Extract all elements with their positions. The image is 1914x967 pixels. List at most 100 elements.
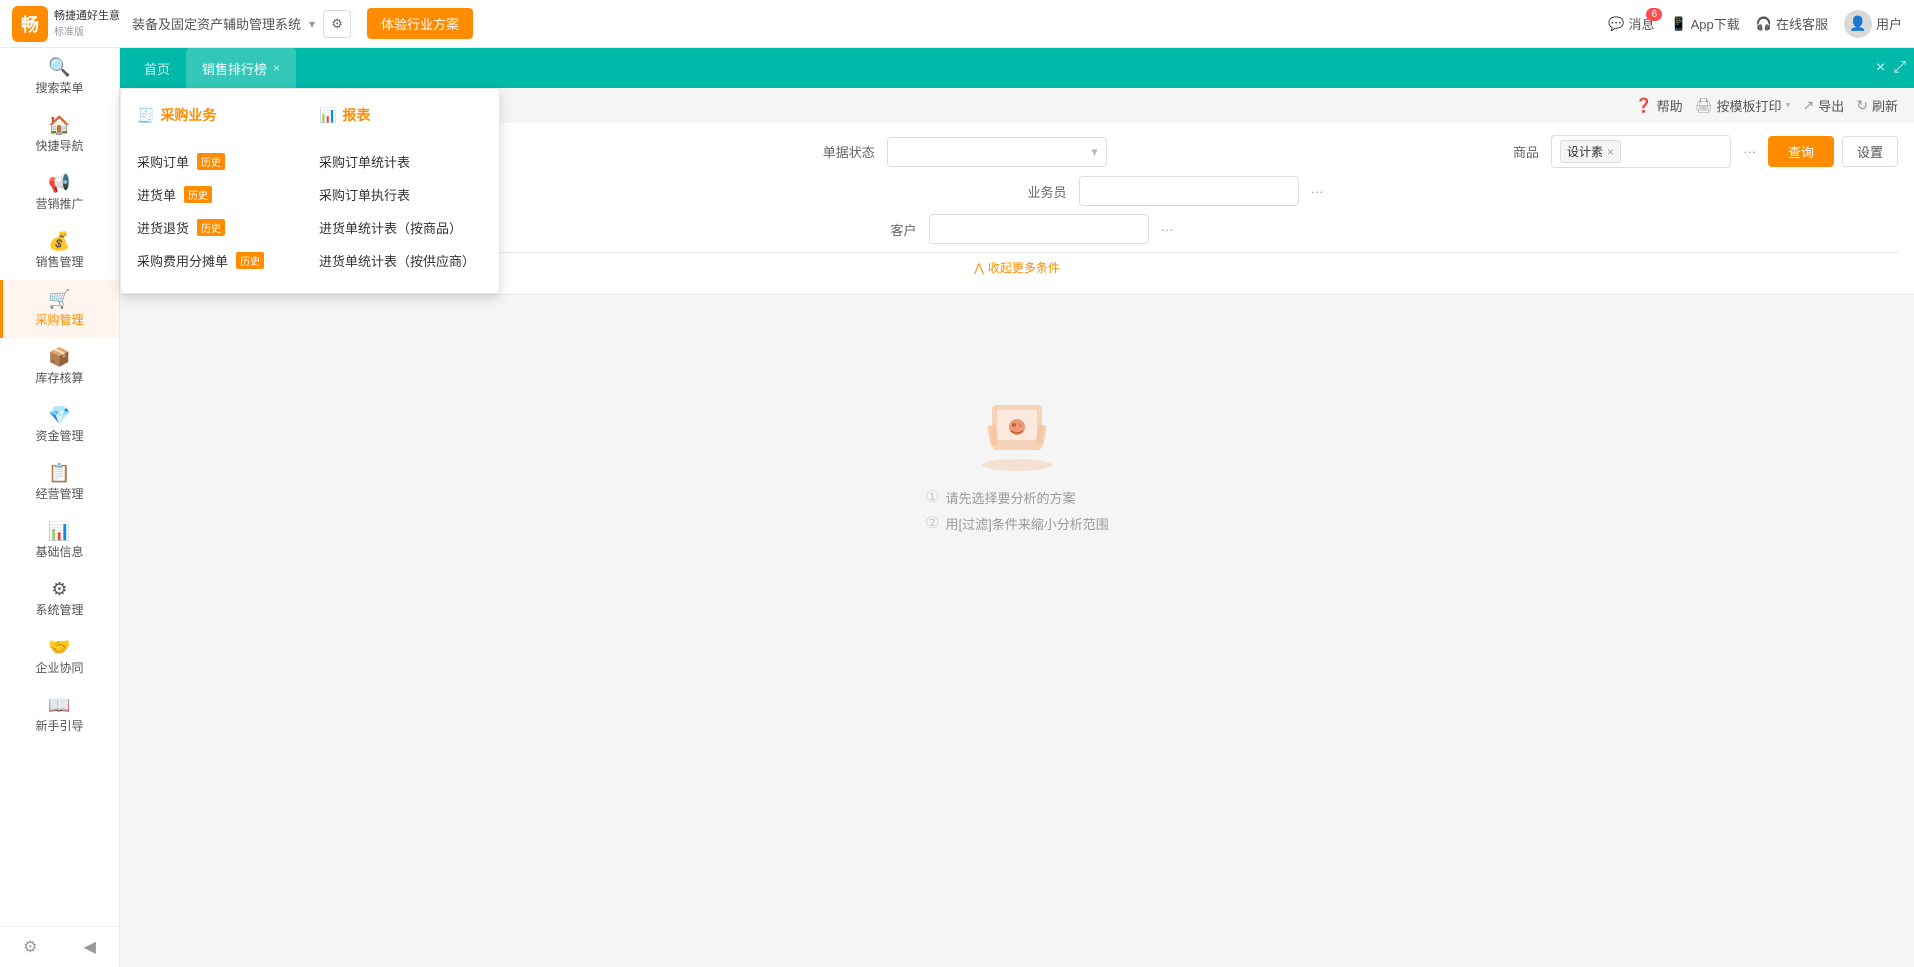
export-button[interactable]: ↗ 导出 — [1803, 96, 1845, 115]
help-icon: ❓ — [1635, 97, 1652, 114]
sidebar-item-inventory[interactable]: 📦 库存核算 — [0, 338, 119, 396]
refresh-icon: ↻ — [1856, 97, 1868, 114]
status-label: 单据状态 — [819, 142, 875, 161]
sidebar-item-basic-info[interactable]: 📊 基础信息 — [0, 512, 119, 570]
sidebar-item-guide[interactable]: 📖 新手引导 — [0, 686, 119, 744]
status-select[interactable]: ▾ — [887, 137, 1107, 167]
history-badge-4: 历史 — [236, 252, 264, 269]
sidebar-item-quicknav[interactable]: 🏠 快捷导航 — [0, 106, 119, 164]
menu-item-purchase-expense[interactable]: 采购费用分摊单 历史 — [137, 244, 287, 277]
app-download-button[interactable]: 📱 App下载 — [1670, 14, 1739, 33]
title-dropdown-arrow[interactable]: ▾ — [309, 17, 315, 31]
top-right: 💬 消息 6 📱 App下载 🎧 在线客服 👤 用户 — [1608, 10, 1902, 38]
menu-item-goods-return[interactable]: 进货退货 历史 — [137, 211, 287, 244]
menu-item-goods-in-stats-by-goods[interactable]: 进货单统计表（按商品） — [319, 211, 475, 244]
marketing-icon: 📢 — [48, 174, 70, 192]
help-button[interactable]: ❓ 帮助 — [1635, 96, 1682, 115]
sales-icon: 💰 — [48, 232, 70, 250]
sidebar: 🔍 搜索菜单 🏠 快捷导航 📢 营销推广 💰 销售管理 🛒 采购管理 📦 库存核… — [0, 48, 120, 967]
history-badge-1: 历史 — [197, 153, 225, 170]
close-window-button[interactable]: × — [1876, 59, 1885, 77]
top-bar: 畅 畅捷通好生意 标准版 装备及固定资产辅助管理系统 ▾ ⚙ 体验行业方案 💬 … — [0, 0, 1914, 48]
staff-select[interactable] — [1079, 176, 1299, 206]
staff-label: 业务员 — [1011, 182, 1067, 201]
purchase-section-title: 🧾 采购业务 — [137, 105, 287, 133]
message-button[interactable]: 💬 消息 6 — [1608, 14, 1654, 33]
tab-close-button[interactable]: × — [273, 61, 280, 75]
purchase-section-icon: 🧾 — [137, 107, 154, 124]
user-button[interactable]: 👤 用户 — [1844, 10, 1902, 38]
sidebar-item-sales[interactable]: 💰 销售管理 — [0, 222, 119, 280]
maximize-window-button[interactable]: ⤢ — [1893, 59, 1906, 77]
logo-text: 畅捷通好生意 标准版 — [54, 9, 120, 38]
query-button[interactable]: 查询 — [1768, 136, 1834, 167]
menu-item-purchase-order-stats[interactable]: 采购订单统计表 — [319, 145, 475, 178]
report-section-title: 📊 报表 — [319, 105, 475, 133]
print-icon: 🖨 — [1695, 97, 1713, 114]
logo-icon: 畅 — [12, 6, 48, 42]
empty-state: ① 请先选择要分析的方案 ② 用[过滤]条件来缩小分析范围 — [120, 295, 1914, 619]
report-section: 📊 报表 采购订单统计表 采购订单执行表 进货单统计表（按商品） 进货单统计表（… — [319, 105, 475, 277]
sidebar-bottom: ⚙ ◀ — [0, 926, 119, 967]
sidebar-item-search[interactable]: 🔍 搜索菜单 — [0, 48, 119, 106]
menu-item-goods-in-stats-by-supplier[interactable]: 进货单统计表（按供应商） — [319, 244, 475, 277]
tab-home[interactable]: 首页 — [128, 48, 186, 88]
logo-area: 畅 畅捷通好生意 标准版 — [12, 6, 132, 42]
avatar: 👤 — [1844, 10, 1872, 38]
empty-text-area: ① 请先选择要分析的方案 ② 用[过滤]条件来缩小分析范围 — [925, 487, 1109, 539]
sidebar-item-system[interactable]: ⚙ 系统管理 — [0, 570, 119, 628]
sidebar-item-finance[interactable]: 💎 资金管理 — [0, 396, 119, 454]
menu-item-purchase-order-exec[interactable]: 采购订单执行表 — [319, 178, 475, 211]
phone-icon: 📱 — [1670, 16, 1686, 32]
settings-button[interactable]: 设置 — [1842, 136, 1898, 167]
operations-icon: 📋 — [48, 464, 70, 482]
tab-window-actions: × ⤢ — [1876, 59, 1906, 77]
sidebar-item-marketing[interactable]: 📢 营销推广 — [0, 164, 119, 222]
filter-actions: 查询 设置 — [1768, 136, 1898, 167]
settings-bottom-button[interactable]: ⚙ — [23, 937, 37, 957]
collapse-icon: ⋀ — [974, 261, 984, 275]
empty-illustration — [967, 375, 1067, 475]
customer-label: 客户 — [861, 220, 917, 239]
print-dropdown-icon: ▾ — [1785, 100, 1790, 111]
status-dropdown-icon: ▾ — [1091, 144, 1098, 160]
print-template-button[interactable]: 🖨 按模板打印 ▾ — [1695, 96, 1791, 115]
message-icon: 💬 — [1608, 16, 1624, 32]
refresh-button[interactable]: ↻ 刷新 — [1856, 96, 1898, 115]
goods-label: 商品 — [1483, 142, 1539, 161]
system-title-area: 装备及固定资产辅助管理系统 ▾ ⚙ 体验行业方案 — [132, 8, 1608, 39]
goods-tag-close[interactable]: × — [1607, 145, 1614, 159]
customer-select[interactable] — [929, 214, 1149, 244]
sidebar-item-operations[interactable]: 📋 经营管理 — [0, 454, 119, 512]
staff-more-button[interactable]: ··· — [1311, 184, 1324, 199]
purchase-dropdown-menu: 🧾 采购业务 采购订单 历史 进货单 历史 进货退货 历史 采购费用分摊单 历史… — [120, 88, 500, 294]
system-icon: ⚙ — [51, 580, 67, 598]
sidebar-item-enterprise[interactable]: 🤝 企业协同 — [0, 628, 119, 686]
industry-button[interactable]: 体验行业方案 — [367, 8, 473, 39]
purchase-icon: 🛒 — [48, 290, 70, 308]
search-icon: 🔍 — [48, 58, 70, 76]
guide-icon: 📖 — [48, 696, 70, 714]
home-icon: 🏠 — [48, 116, 70, 134]
menu-item-purchase-order[interactable]: 采购订单 历史 — [137, 145, 287, 178]
collapse-sidebar-button[interactable]: ◀ — [84, 937, 96, 957]
report-section-icon: 📊 — [319, 107, 336, 124]
online-service-button[interactable]: 🎧 在线客服 — [1756, 14, 1828, 33]
customer-more-button[interactable]: ··· — [1161, 222, 1174, 237]
goods-tag: 设计素 × — [1560, 140, 1621, 163]
empty-dot-1: ① — [925, 487, 939, 507]
basicinfo-icon: 📊 — [48, 522, 70, 540]
empty-line-1: ① 请先选择要分析的方案 — [925, 487, 1109, 507]
gear-button[interactable]: ⚙ — [323, 10, 351, 38]
inventory-icon: 📦 — [48, 348, 70, 366]
purchase-business-section: 🧾 采购业务 采购订单 历史 进货单 历史 进货退货 历史 采购费用分摊单 历史 — [137, 105, 287, 277]
menu-item-goods-in[interactable]: 进货单 历史 — [137, 178, 287, 211]
system-title-text: 装备及固定资产辅助管理系统 — [132, 14, 301, 33]
enterprise-icon: 🤝 — [48, 638, 70, 656]
sidebar-item-purchase[interactable]: 🛒 采购管理 — [0, 280, 119, 338]
goods-more-button[interactable]: ··· — [1743, 144, 1756, 159]
empty-dot-2: ② — [925, 513, 939, 533]
history-badge-3: 历史 — [197, 219, 225, 236]
goods-input-area[interactable]: 设计素 × — [1551, 135, 1731, 168]
tab-sales-rank[interactable]: 销售排行榜 × — [186, 48, 296, 88]
